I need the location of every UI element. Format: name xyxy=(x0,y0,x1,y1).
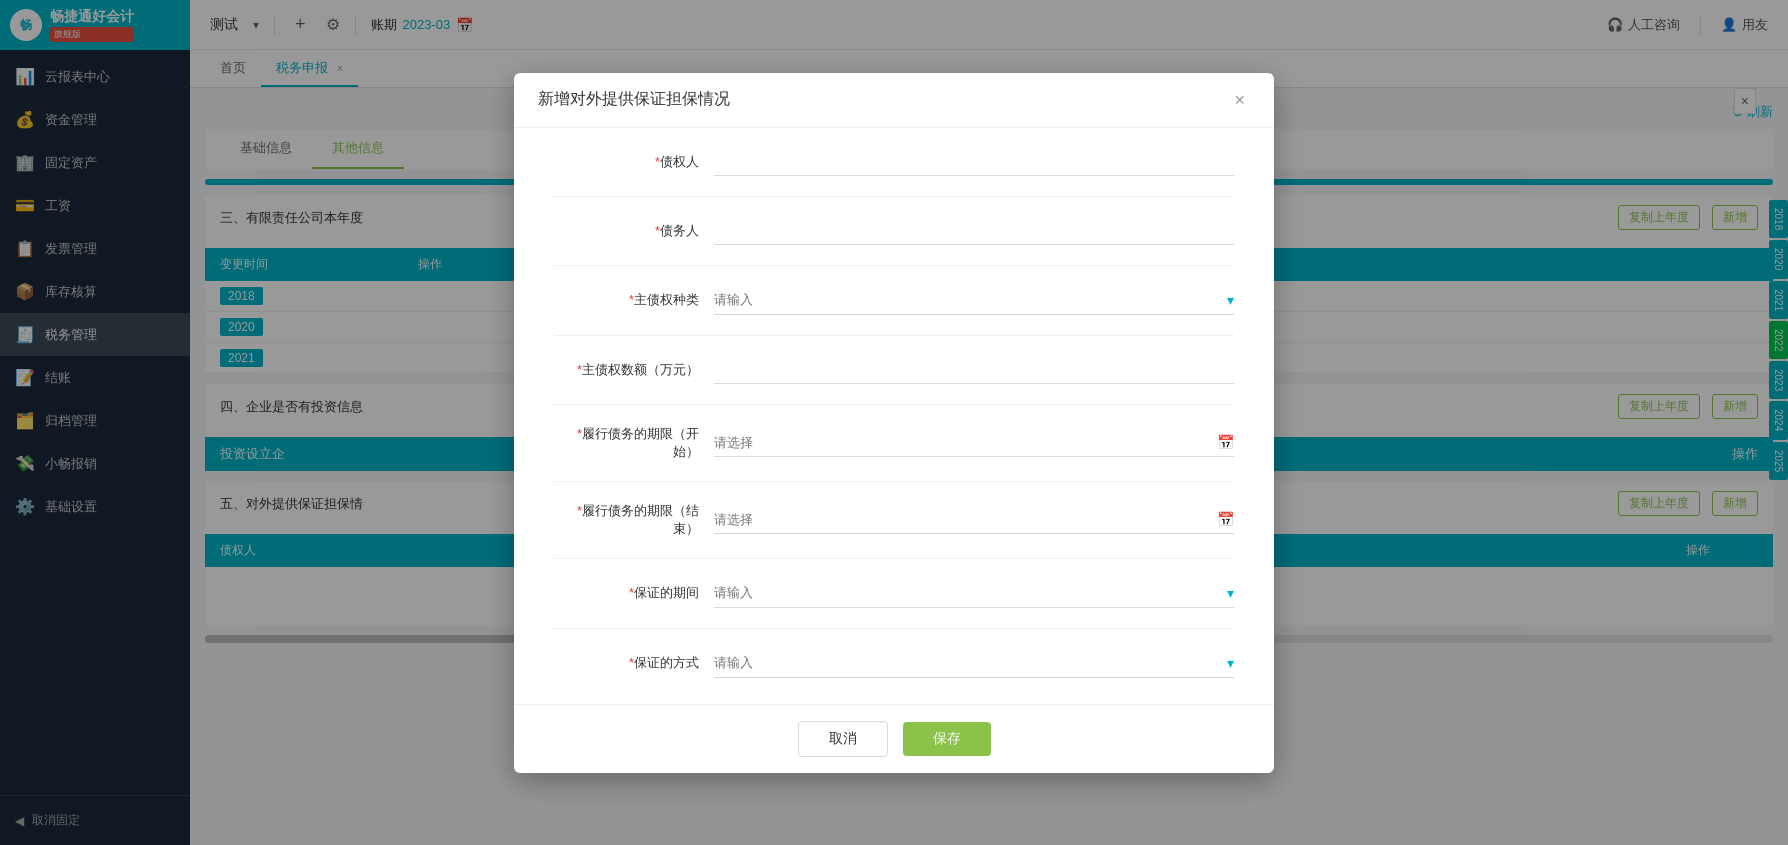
input-period-start[interactable] xyxy=(714,435,1217,450)
form-row-guarantee-period: *保证的期间 ▾ xyxy=(554,579,1234,629)
save-button[interactable]: 保存 xyxy=(903,722,991,756)
label-creditor: *债权人 xyxy=(554,153,714,171)
modal-title: 新增对外提供保证担保情况 xyxy=(538,89,730,110)
date-period-end[interactable]: 📅 xyxy=(714,505,1234,534)
form-row-debtor: *债务人 xyxy=(554,217,1234,266)
label-debt-type: *主债权种类 xyxy=(554,291,714,309)
form-row-period-start: *履行债务的期限（开始） 📅 xyxy=(554,425,1234,482)
date-period-start[interactable]: 📅 xyxy=(714,428,1234,457)
form-row-creditor: *债权人 xyxy=(554,148,1234,197)
select-guarantee-period[interactable]: ▾ xyxy=(714,579,1234,608)
calendar-end-icon[interactable]: 📅 xyxy=(1217,511,1234,527)
select-guarantee-method-input[interactable] xyxy=(714,655,1227,670)
input-period-end[interactable] xyxy=(714,512,1217,527)
input-creditor[interactable] xyxy=(714,148,1234,176)
label-debtor: *债务人 xyxy=(554,222,714,240)
form-row-debt-amount: *主债权数额（万元） xyxy=(554,356,1234,405)
label-debt-amount: *主债权数额（万元） xyxy=(554,361,714,379)
cancel-button[interactable]: 取消 xyxy=(798,721,888,757)
label-period-start: *履行债务的期限（开始） xyxy=(554,425,714,461)
modal-header: 新增对外提供保证担保情况 × xyxy=(514,73,1274,128)
calendar-start-icon[interactable]: 📅 xyxy=(1217,434,1234,450)
chevron-down-icon: ▾ xyxy=(1227,292,1234,308)
modal-overlay: 新增对外提供保证担保情况 × *债权人 *债务人 * xyxy=(0,0,1788,845)
select-debt-type-input[interactable] xyxy=(714,292,1227,307)
form-row-guarantee-method: *保证的方式 ▾ xyxy=(554,649,1234,698)
modal-dialog: 新增对外提供保证担保情况 × *债权人 *债务人 * xyxy=(514,73,1274,773)
modal-close-button[interactable]: × xyxy=(1229,89,1250,111)
form-row-debt-type: *主债权种类 ▾ xyxy=(554,286,1234,336)
input-debt-amount[interactable] xyxy=(714,356,1234,384)
modal-footer: 取消 保存 xyxy=(514,704,1274,773)
select-guarantee-method[interactable]: ▾ xyxy=(714,649,1234,678)
chevron-down-icon-3: ▾ xyxy=(1227,655,1234,671)
label-guarantee-period: *保证的期间 xyxy=(554,584,714,602)
form-row-period-end: *履行债务的期限（结束） 📅 xyxy=(554,502,1234,559)
label-guarantee-method: *保证的方式 xyxy=(554,654,714,672)
chevron-down-icon-2: ▾ xyxy=(1227,585,1234,601)
modal-body: *债权人 *债务人 *主债权种类 ▾ xyxy=(514,128,1274,704)
input-debtor[interactable] xyxy=(714,217,1234,245)
select-debt-type[interactable]: ▾ xyxy=(714,286,1234,315)
label-period-end: *履行债务的期限（结束） xyxy=(554,502,714,538)
select-guarantee-period-input[interactable] xyxy=(714,585,1227,600)
